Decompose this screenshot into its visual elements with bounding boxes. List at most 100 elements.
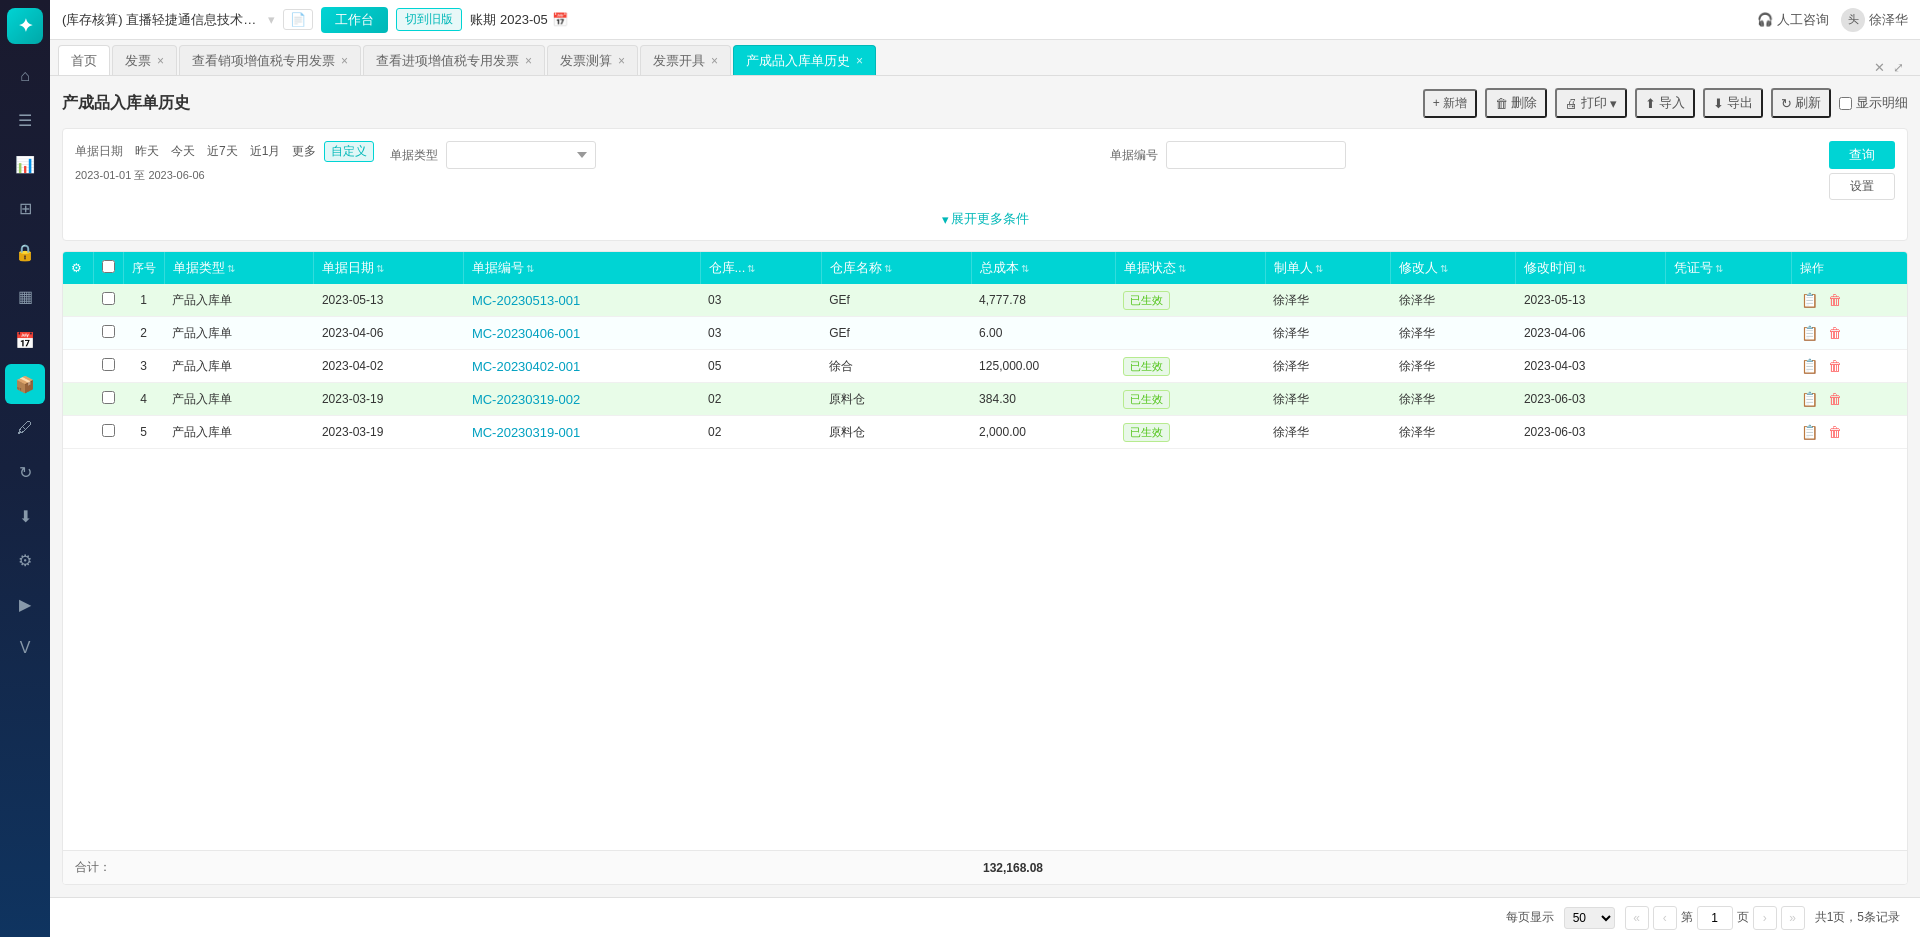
filter-id-input[interactable] [1166, 141, 1346, 169]
th-warehouse-code[interactable]: 仓库...⇅ [700, 252, 821, 284]
tab-product-in-history-close[interactable]: × [856, 55, 863, 67]
row-checkbox[interactable] [102, 391, 115, 404]
row-number-link[interactable]: MC-20230402-001 [472, 359, 580, 374]
page-last-button[interactable]: » [1781, 906, 1805, 930]
delete-button[interactable]: 🗑 删除 [1485, 88, 1547, 118]
page-first-button[interactable]: « [1625, 906, 1649, 930]
row-checkbox[interactable] [102, 358, 115, 371]
tab-invoice-calc-close[interactable]: × [618, 55, 625, 67]
page-prev-button[interactable]: ‹ [1653, 906, 1677, 930]
row-number-link[interactable]: MC-20230319-002 [472, 392, 580, 407]
sidebar-play[interactable]: ▶ [5, 584, 45, 624]
sidebar-lock[interactable]: 🔒 [5, 232, 45, 272]
sidebar-stamp[interactable]: 🖊 [5, 408, 45, 448]
print-button[interactable]: 🖨 打印 ▾ [1555, 88, 1627, 118]
filter-custom[interactable]: 自定义 [324, 141, 374, 162]
filter-today[interactable]: 今天 [167, 141, 199, 162]
th-total-cost[interactable]: 总成本⇅ [971, 252, 1115, 284]
sidebar-refresh[interactable]: ↻ [5, 452, 45, 492]
row-warehouse-code: 02 [700, 383, 821, 416]
sidebar-v[interactable]: V [5, 628, 45, 668]
row-number-link[interactable]: MC-20230513-001 [472, 293, 580, 308]
th-date[interactable]: 单据日期⇅ [314, 252, 464, 284]
calendar-icon[interactable]: 📅 [552, 12, 568, 27]
tab-invoice-calc[interactable]: 发票测算 × [547, 45, 638, 75]
row-number-link[interactable]: MC-20230406-001 [472, 326, 580, 341]
th-creator[interactable]: 制单人⇅ [1265, 252, 1390, 284]
th-status[interactable]: 单据状态⇅ [1115, 252, 1265, 284]
row-edit-button[interactable]: 📋 [1799, 323, 1820, 343]
th-modify-time[interactable]: 修改时间⇅ [1516, 252, 1666, 284]
th-modifier[interactable]: 修改人⇅ [1391, 252, 1516, 284]
sidebar-home[interactable]: ⌂ [5, 56, 45, 96]
row-edit-button[interactable]: 📋 [1799, 422, 1820, 442]
user-area[interactable]: 头 徐泽华 [1841, 8, 1908, 32]
filter-type-select[interactable]: 产品入库单 [446, 141, 596, 169]
filter-7days[interactable]: 近7天 [203, 141, 242, 162]
refresh-button[interactable]: ↻ 刷新 [1771, 88, 1831, 118]
date-toggle-button[interactable]: 切到旧版 [396, 8, 462, 31]
sidebar-warehouse[interactable]: 📦 [5, 364, 45, 404]
import-button[interactable]: ⬆ 导入 [1635, 88, 1695, 118]
row-delete-button[interactable]: 🗑 [1826, 323, 1844, 343]
tab-check-purchase-vat-label: 查看进项增值税专用发票 [376, 52, 519, 70]
th-voucher[interactable]: 凭证号⇅ [1666, 252, 1791, 284]
tab-product-in-history[interactable]: 产成品入库单历史 × [733, 45, 876, 75]
row-checkbox[interactable] [102, 424, 115, 437]
tab-invoice-open-close[interactable]: × [711, 55, 718, 67]
workbench-button[interactable]: 工作台 [321, 7, 388, 33]
row-date: 2023-03-19 [314, 416, 464, 449]
show-detail-checkbox[interactable] [1839, 97, 1852, 110]
filter-id-label: 单据编号 [1110, 147, 1158, 164]
row-edit-button[interactable]: 📋 [1799, 290, 1820, 310]
sidebar-calendar[interactable]: 📅 [5, 320, 45, 360]
sidebar-gear[interactable]: ⚙ [5, 540, 45, 580]
tab-window-max[interactable]: ⤢ [1893, 60, 1904, 75]
row-no: 4 [123, 383, 164, 416]
row-total-cost: 2,000.00 [971, 416, 1115, 449]
filter-yesterday[interactable]: 昨天 [131, 141, 163, 162]
reset-button[interactable]: 设置 [1829, 173, 1895, 200]
row-checkbox[interactable] [102, 325, 115, 338]
tab-home[interactable]: 首页 [58, 45, 110, 75]
tab-check-purchase-vat[interactable]: 查看进项增值税专用发票 × [363, 45, 545, 75]
th-warehouse-name[interactable]: 仓库名称⇅ [821, 252, 971, 284]
row-edit-button[interactable]: 📋 [1799, 389, 1820, 409]
tab-invoice[interactable]: 发票 × [112, 45, 177, 75]
row-edit-button[interactable]: 📋 [1799, 356, 1820, 376]
sidebar-grid[interactable]: ▦ [5, 276, 45, 316]
row-delete-button[interactable]: 🗑 [1826, 422, 1844, 442]
new-button[interactable]: + 新增 [1423, 89, 1477, 118]
tab-window-close[interactable]: ✕ [1874, 60, 1885, 75]
page-input[interactable] [1697, 906, 1733, 930]
row-delete-button[interactable]: 🗑 [1826, 290, 1844, 310]
user-service[interactable]: 🎧 人工咨询 [1757, 11, 1829, 29]
tab-check-purchase-vat-close[interactable]: × [525, 55, 532, 67]
row-delete-button[interactable]: 🗑 [1826, 356, 1844, 376]
export-button[interactable]: ⬇ 导出 [1703, 88, 1763, 118]
sidebar-invoice[interactable]: ☰ [5, 100, 45, 140]
th-type[interactable]: 单据类型⇅ [164, 252, 314, 284]
tab-invoice-open[interactable]: 发票开具 × [640, 45, 731, 75]
th-number[interactable]: 单据编号⇅ [464, 252, 700, 284]
sidebar-download[interactable]: ⬇ [5, 496, 45, 536]
doc-icon-area[interactable]: 📄 [283, 9, 313, 30]
tab-check-sales-vat-close[interactable]: × [341, 55, 348, 67]
th-settings[interactable]: ⚙ [63, 252, 93, 284]
sidebar-chart[interactable]: 📊 [5, 144, 45, 184]
delete-icon: 🗑 [1495, 96, 1508, 111]
row-delete-button[interactable]: 🗑 [1826, 389, 1844, 409]
page-size-select[interactable]: 20 50 100 [1564, 907, 1615, 929]
filter-more[interactable]: 更多 [288, 141, 320, 162]
filter-1month[interactable]: 近1月 [246, 141, 285, 162]
row-modifier: 徐泽华 [1391, 317, 1516, 350]
query-button[interactable]: 查询 [1829, 141, 1895, 169]
expand-button[interactable]: ▾ 展开更多条件 [942, 210, 1029, 228]
sidebar-settings2[interactable]: ⊞ [5, 188, 45, 228]
select-all-checkbox[interactable] [102, 260, 115, 273]
page-next-button[interactable]: › [1753, 906, 1777, 930]
row-number-link[interactable]: MC-20230319-001 [472, 425, 580, 440]
row-checkbox[interactable] [102, 292, 115, 305]
tab-check-sales-vat[interactable]: 查看销项增值税专用发票 × [179, 45, 361, 75]
tab-invoice-close[interactable]: × [157, 55, 164, 67]
